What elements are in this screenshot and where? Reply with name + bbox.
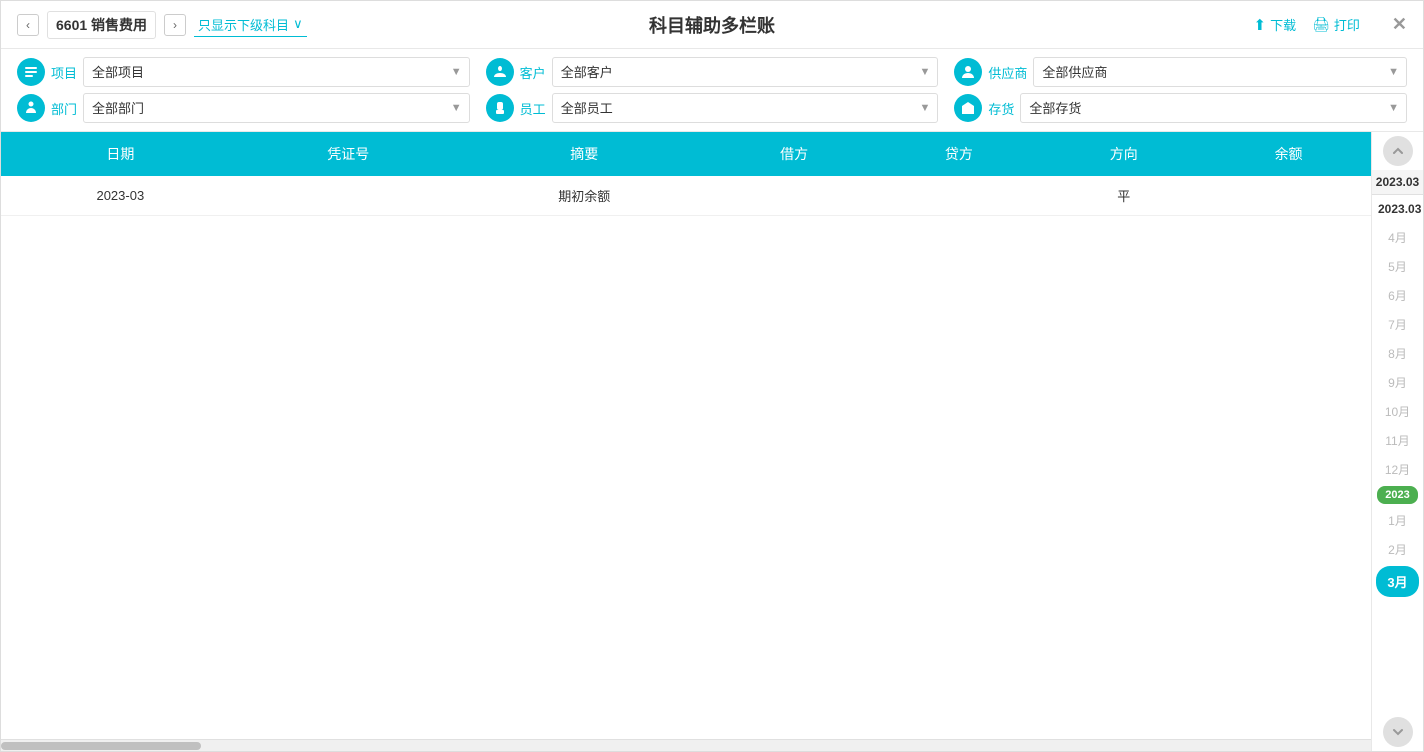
cell-date: 2023-03 xyxy=(1,176,240,216)
col-credit: 贷方 xyxy=(877,132,1042,176)
supplier-icon xyxy=(954,58,982,86)
project-label: 项目 xyxy=(51,63,77,82)
prev-account-button[interactable]: ‹ xyxy=(17,14,39,36)
project-select-wrapper: 全部项目 ▼ xyxy=(83,57,470,87)
cell-balance xyxy=(1206,176,1371,216)
customer-select-wrapper: 全部客户 ▼ xyxy=(552,57,939,87)
timeline-item[interactable]: 2023.03 xyxy=(1376,197,1419,221)
main-window: ‹ 6601 销售费用 › 只显示下级科目 ∨ 科目辅助多栏账 ⬆ 下载 🖨 打… xyxy=(0,0,1424,752)
timeline-item[interactable]: 7月 xyxy=(1372,310,1423,339)
timeline-item[interactable]: 2023 xyxy=(1377,486,1417,504)
cell-direction: 平 xyxy=(1041,176,1206,216)
inventory-icon xyxy=(954,94,982,122)
project-icon xyxy=(17,58,45,86)
customer-label: 客户 xyxy=(520,63,546,82)
customer-icon xyxy=(486,58,514,86)
inventory-select-wrapper: 全部存货 ▼ xyxy=(1020,93,1407,123)
department-icon xyxy=(17,94,45,122)
employee-select[interactable]: 全部员工 xyxy=(552,93,939,123)
timeline-item[interactable]: 11月 xyxy=(1372,426,1423,455)
cell-voucher xyxy=(240,176,457,216)
department-select-wrapper: 全部部门 ▼ xyxy=(83,93,470,123)
account-code: 6601 销售费用 xyxy=(47,11,156,39)
timeline-item[interactable]: 5月 xyxy=(1372,252,1423,281)
title-bar-left: ‹ 6601 销售费用 › 只显示下级科目 ∨ xyxy=(17,11,307,39)
customer-select[interactable]: 全部客户 xyxy=(552,57,939,87)
col-voucher: 凭证号 xyxy=(240,132,457,176)
table-row[interactable]: 2023-03 期初余额 平 xyxy=(1,176,1371,216)
timeline-item[interactable]: 1月 xyxy=(1372,506,1423,535)
timeline-item[interactable]: 8月 xyxy=(1372,339,1423,368)
cell-credit xyxy=(877,176,1042,216)
empty-area xyxy=(1,216,1371,739)
scrollbar-thumb xyxy=(1,742,201,750)
col-balance: 余额 xyxy=(1206,132,1371,176)
project-select[interactable]: 全部项目 xyxy=(83,57,470,87)
cell-summary: 期初余额 xyxy=(457,176,712,216)
data-table: 日期 凭证号 摘要 借方 贷方 方向 余额 2023-03 期初余额 平 xyxy=(1,132,1371,216)
col-debit: 借方 xyxy=(712,132,877,176)
timeline-sidebar: 2023.032023.034月5月6月7月8月9月10月11月12月20231… xyxy=(1371,132,1423,751)
show-sub-label: 只显示下级科目 xyxy=(198,15,289,34)
supplier-label: 供应商 xyxy=(988,63,1027,82)
timeline-list: 2023.032023.034月5月6月7月8月9月10月11月12月20231… xyxy=(1372,170,1423,713)
chevron-down-icon: ∨ xyxy=(293,16,303,32)
title-bar: ‹ 6601 销售费用 › 只显示下级科目 ∨ 科目辅助多栏账 ⬆ 下载 🖨 打… xyxy=(1,1,1423,49)
filter-supplier: 供应商 全部供应商 ▼ xyxy=(954,57,1407,87)
inventory-select[interactable]: 全部存货 xyxy=(1020,93,1407,123)
employee-label: 员工 xyxy=(520,99,546,118)
timeline-up-button[interactable] xyxy=(1383,136,1413,166)
close-button[interactable]: ✕ xyxy=(1392,14,1407,35)
table-body: 2023-03 期初余额 平 xyxy=(1,176,1371,216)
timeline-item[interactable]: 6月 xyxy=(1372,281,1423,310)
filter-bar: 项目 全部项目 ▼ 客户 xyxy=(1,49,1423,132)
supplier-select[interactable]: 全部供应商 xyxy=(1033,57,1407,87)
download-icon: ⬆ xyxy=(1254,16,1267,34)
timeline-item[interactable]: 4月 xyxy=(1372,223,1423,252)
timeline-item[interactable]: 2023.03 xyxy=(1372,170,1423,195)
show-sub-button[interactable]: 只显示下级科目 ∨ xyxy=(194,13,307,37)
horizontal-scrollbar[interactable] xyxy=(1,739,1371,751)
main-content: 日期 凭证号 摘要 借方 贷方 方向 余额 2023-03 期初余额 平 xyxy=(1,132,1423,751)
employee-select-wrapper: 全部员工 ▼ xyxy=(552,93,939,123)
filter-inventory: 存货 全部存货 ▼ xyxy=(954,93,1407,123)
timeline-down-button[interactable] xyxy=(1383,717,1413,747)
department-select[interactable]: 全部部门 xyxy=(83,93,470,123)
col-date: 日期 xyxy=(1,132,240,176)
employee-icon xyxy=(486,94,514,122)
supplier-select-wrapper: 全部供应商 ▼ xyxy=(1033,57,1407,87)
cell-debit xyxy=(712,176,877,216)
title-bar-right: ⬆ 下载 🖨 打印 ✕ xyxy=(1254,14,1407,35)
print-icon: 🖨 xyxy=(1312,16,1330,33)
col-summary: 摘要 xyxy=(457,132,712,176)
page-title: 科目辅助多栏账 xyxy=(649,12,775,38)
timeline-item[interactable]: 9月 xyxy=(1372,368,1423,397)
filter-row-1: 项目 全部项目 ▼ 客户 xyxy=(17,57,1407,87)
next-account-button[interactable]: › xyxy=(164,14,186,36)
department-label: 部门 xyxy=(51,99,77,118)
download-button[interactable]: ⬆ 下载 xyxy=(1254,15,1297,34)
filter-project: 项目 全部项目 ▼ xyxy=(17,57,470,87)
timeline-item[interactable]: 12月 xyxy=(1372,455,1423,484)
inventory-label: 存货 xyxy=(988,99,1014,118)
filter-employee: 员工 全部员工 ▼ xyxy=(486,93,939,123)
timeline-item[interactable]: 2月 xyxy=(1372,535,1423,564)
filter-department: 部门 全部部门 ▼ xyxy=(17,93,470,123)
col-direction: 方向 xyxy=(1041,132,1206,176)
timeline-item[interactable]: 10月 xyxy=(1372,397,1423,426)
table-area: 日期 凭证号 摘要 借方 贷方 方向 余额 2023-03 期初余额 平 xyxy=(1,132,1371,751)
print-button[interactable]: 🖨 打印 xyxy=(1312,15,1360,34)
timeline-item[interactable]: 3月 xyxy=(1376,566,1419,597)
table-header: 日期 凭证号 摘要 借方 贷方 方向 余额 xyxy=(1,132,1371,176)
filter-row-2: 部门 全部部门 ▼ 员工 xyxy=(17,93,1407,123)
filter-customer: 客户 全部客户 ▼ xyxy=(486,57,939,87)
